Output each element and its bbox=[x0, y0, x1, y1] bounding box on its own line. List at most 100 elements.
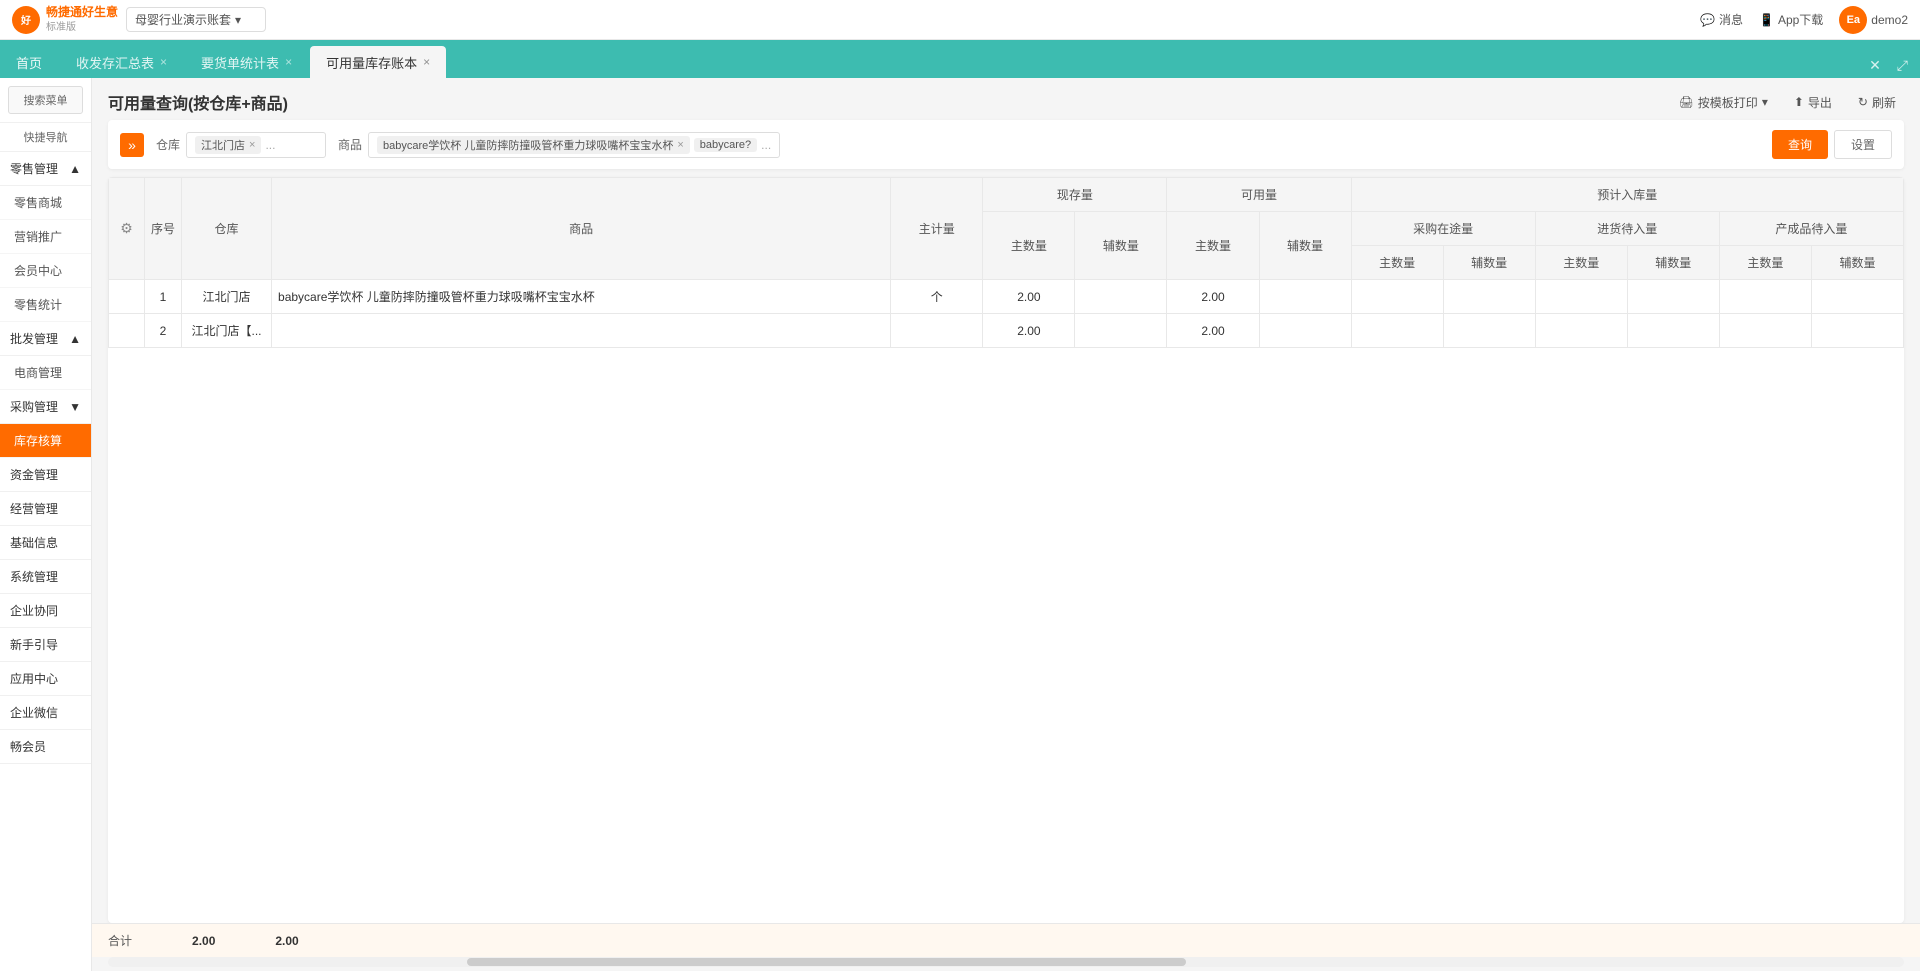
row-pur-main bbox=[1351, 314, 1443, 348]
row-avail-main: 2.00 bbox=[1167, 280, 1259, 314]
top-bar-right: 💬 消息 📱 App下载 Ea demo2 bbox=[1700, 6, 1908, 34]
th-setting[interactable]: ⚙ bbox=[109, 178, 145, 280]
export-btn[interactable]: ⬆ 导出 bbox=[1786, 91, 1840, 114]
sidebar-group-enterprise-header[interactable]: 企业协同 bbox=[0, 594, 91, 628]
content-area: 可用量查询(按仓库+商品) 🖨 按模板打印 ▾ ⬆ 导出 ↻ 刷新 » bbox=[92, 78, 1920, 971]
row-warehouse: 江北门店 bbox=[182, 280, 272, 314]
download-action[interactable]: 📱 App下载 bbox=[1759, 11, 1823, 28]
chevron-down-icon: ▾ bbox=[1762, 95, 1768, 109]
sidebar-group-wholesale-header[interactable]: 批发管理 ▲ bbox=[0, 322, 91, 356]
row-setting bbox=[109, 314, 145, 348]
tab-home[interactable]: 首页 bbox=[0, 46, 58, 78]
product-tag1-remove[interactable]: × bbox=[677, 139, 683, 151]
th-avail-aux: 辅数量 bbox=[1259, 212, 1351, 280]
th-planned-group: 预计入库量 bbox=[1351, 178, 1903, 212]
industry-selector[interactable]: 母婴行业演示账套 ▾ bbox=[126, 7, 266, 32]
user-action[interactable]: Ea demo2 bbox=[1839, 6, 1908, 34]
page-title: 可用量查询(按仓库+商品) bbox=[108, 90, 288, 114]
sidebar-group-newbie-header[interactable]: 新手引导 bbox=[0, 628, 91, 662]
settings-button[interactable]: 设置 bbox=[1834, 130, 1892, 159]
product-tag-2: babycare? bbox=[694, 138, 757, 152]
print-btn[interactable]: 🖨 按模板打印 ▾ bbox=[1671, 91, 1776, 114]
sidebar-group-system-header[interactable]: 系统管理 bbox=[0, 560, 91, 594]
tab-inventory[interactable]: 可用量库存账本 × bbox=[310, 46, 446, 78]
horizontal-scrollbar[interactable] bbox=[108, 957, 1904, 967]
th-no: 序号 bbox=[145, 178, 182, 280]
sidebar-group-purchase-header[interactable]: 采购管理 ▼ bbox=[0, 390, 91, 424]
message-action[interactable]: 💬 消息 bbox=[1700, 11, 1743, 28]
row-avail-aux bbox=[1259, 314, 1351, 348]
inventory-table: ⚙ 序号 仓库 商品 主计量 现存量 可用量 预计入库量 主数量 辅数量 主数量 bbox=[108, 177, 1904, 348]
footer-total-label: 合计 bbox=[108, 932, 132, 949]
tab-inventory-close[interactable]: × bbox=[423, 55, 430, 69]
chevron-down-icon: ▾ bbox=[235, 13, 241, 27]
sidebar-item-marketing[interactable]: 营销推广 bbox=[0, 220, 91, 254]
tab-order-close[interactable]: × bbox=[285, 55, 292, 69]
scrollbar-thumb[interactable] bbox=[467, 958, 1185, 966]
sidebar-item-inventory-accounting[interactable]: 库存核算 bbox=[0, 424, 91, 458]
row-avail-aux bbox=[1259, 280, 1351, 314]
th-pur-main: 主数量 bbox=[1351, 246, 1443, 280]
sidebar-group-basic-header[interactable]: 基础信息 bbox=[0, 526, 91, 560]
row-prod-main bbox=[1719, 280, 1811, 314]
query-button[interactable]: 查询 bbox=[1772, 130, 1828, 159]
th-in-main: 主数量 bbox=[1535, 246, 1627, 280]
sidebar-item-member-center[interactable]: 会员中心 bbox=[0, 254, 91, 288]
sidebar-group-retail-header[interactable]: 零售管理 ▲ bbox=[0, 152, 91, 186]
tab-order[interactable]: 要货单统计表 × bbox=[185, 46, 308, 78]
search-menu-btn[interactable]: 搜索菜单 bbox=[8, 86, 83, 114]
th-purchase-group: 采购在途量 bbox=[1351, 212, 1535, 246]
product-filter-input[interactable]: babycare学饮杯 儿童防摔防撞吸管杯重力球吸嘴杯宝宝水杯 × babyca… bbox=[368, 132, 780, 158]
warehouse-dots: ... bbox=[265, 138, 275, 152]
row-in-aux bbox=[1627, 280, 1719, 314]
table-row: 2 江北门店【... 2.00 2.00 bbox=[109, 314, 1904, 348]
product-filter-label: 商品 bbox=[338, 136, 362, 153]
tab-order-label: 要货单统计表 bbox=[201, 53, 279, 72]
row-warehouse: 江北门店【... bbox=[182, 314, 272, 348]
row-unit bbox=[891, 314, 983, 348]
warehouse-tag-remove[interactable]: × bbox=[249, 139, 255, 151]
product-filter-field: 商品 babycare学饮杯 儿童防摔防撞吸管杯重力球吸嘴杯宝宝水杯 × bab… bbox=[338, 132, 780, 158]
product-tag-1: babycare学饮杯 儿童防摔防撞吸管杯重力球吸嘴杯宝宝水杯 × bbox=[377, 136, 690, 154]
th-inventory-group: 现存量 bbox=[983, 178, 1167, 212]
sidebar-item-retail-stats[interactable]: 零售统计 bbox=[0, 288, 91, 322]
sidebar-item-retail-mall[interactable]: 零售商城 bbox=[0, 186, 91, 220]
filter-toggle-btn[interactable]: » bbox=[120, 133, 144, 157]
row-pur-main bbox=[1351, 280, 1443, 314]
th-product: 商品 bbox=[272, 178, 891, 280]
sidebar-item-ecommerce[interactable]: 电商管理 bbox=[0, 356, 91, 390]
sidebar-group-operations-header[interactable]: 经营管理 bbox=[0, 492, 91, 526]
tab-receive-close[interactable]: × bbox=[160, 55, 167, 69]
th-inv-main: 主数量 bbox=[983, 212, 1075, 280]
top-bar-left: 好 畅捷通好生意 标准版 母婴行业演示账套 ▾ bbox=[12, 5, 266, 34]
sidebar-group-wechat-header[interactable]: 企业微信 bbox=[0, 696, 91, 730]
warehouse-filter-input[interactable]: 江北门店 × ... bbox=[186, 132, 326, 158]
th-unit: 主计量 bbox=[891, 178, 983, 280]
maximize-window-btn[interactable]: ⤢ bbox=[1893, 53, 1912, 78]
close-window-btn[interactable]: ✕ bbox=[1865, 53, 1885, 78]
th-available-group: 可用量 bbox=[1167, 178, 1351, 212]
th-inv-aux: 辅数量 bbox=[1075, 212, 1167, 280]
message-icon: 💬 bbox=[1700, 13, 1715, 27]
th-incoming-group: 进货待入量 bbox=[1535, 212, 1719, 246]
th-warehouse: 仓库 bbox=[182, 178, 272, 280]
tab-receive[interactable]: 收发存汇总表 × bbox=[60, 46, 183, 78]
footer-bar: 合计 2.00 2.00 bbox=[92, 923, 1920, 957]
sidebar-group-retail: 零售管理 ▲ 零售商城 营销推广 会员中心 零售统计 bbox=[0, 152, 91, 322]
quick-nav-btn[interactable]: 快捷导航 bbox=[0, 123, 91, 152]
sidebar-group-finance-header[interactable]: 资金管理 bbox=[0, 458, 91, 492]
refresh-btn[interactable]: ↻ 刷新 bbox=[1850, 91, 1904, 114]
column-settings-icon[interactable]: ⚙ bbox=[120, 220, 133, 236]
sidebar-group-member-header[interactable]: 畅会员 bbox=[0, 730, 91, 764]
sidebar: 搜索菜单 快捷导航 零售管理 ▲ 零售商城 营销推广 会员中心 零售统计 批发管… bbox=[0, 78, 92, 971]
filter-actions: 查询 设置 bbox=[1772, 130, 1892, 159]
tab-inventory-label: 可用量库存账本 bbox=[326, 53, 417, 72]
sidebar-search-section: 搜索菜单 bbox=[0, 78, 91, 123]
sidebar-group-apps-header[interactable]: 应用中心 bbox=[0, 662, 91, 696]
row-product bbox=[272, 314, 891, 348]
th-prod-main: 主数量 bbox=[1719, 246, 1811, 280]
row-avail-main: 2.00 bbox=[1167, 314, 1259, 348]
row-unit: 个 bbox=[891, 280, 983, 314]
row-product: babycare学饮杯 儿童防摔防撞吸管杯重力球吸嘴杯宝宝水杯 bbox=[272, 280, 891, 314]
th-in-aux: 辅数量 bbox=[1627, 246, 1719, 280]
